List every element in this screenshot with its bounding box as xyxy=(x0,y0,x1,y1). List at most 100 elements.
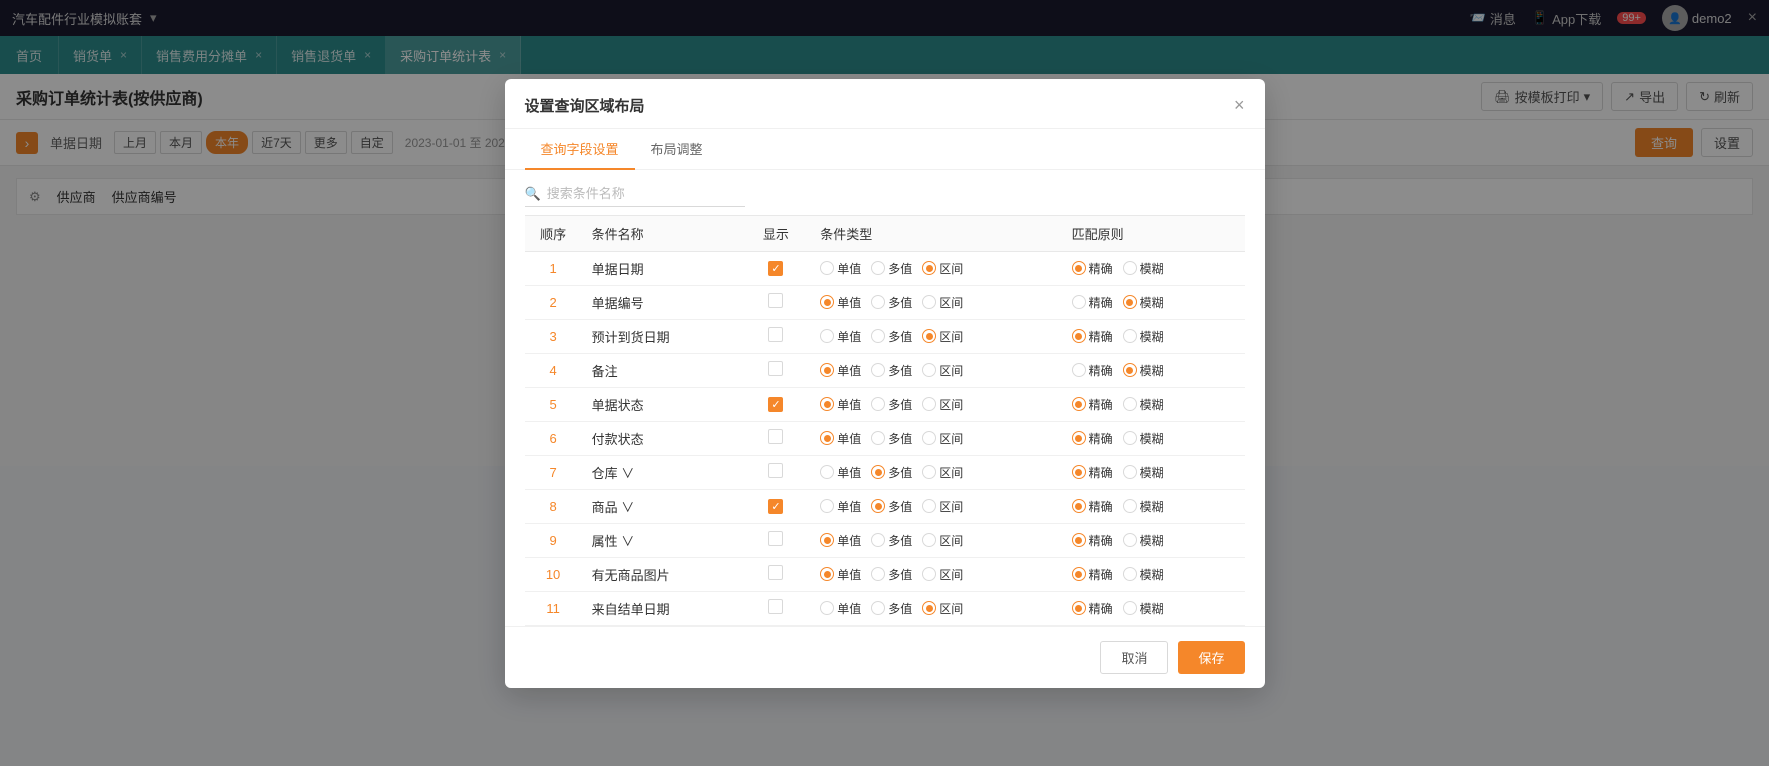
search-input-wrapper: 🔍 xyxy=(525,182,745,207)
type-radio-item[interactable]: 多值 xyxy=(871,362,912,379)
tab-layout-adjust[interactable]: 布局调整 xyxy=(635,129,719,170)
row-display-checkbox[interactable] xyxy=(742,251,811,285)
checkbox[interactable] xyxy=(768,599,783,614)
type-radio-item[interactable]: 多值 xyxy=(871,566,912,583)
match-radio-item[interactable]: 精确 xyxy=(1072,396,1113,413)
type-radio-item[interactable]: 区间 xyxy=(922,362,963,379)
type-radio-item[interactable]: 单值 xyxy=(820,430,861,447)
match-radio-circle xyxy=(1123,397,1137,411)
match-radio-circle xyxy=(1123,567,1137,581)
radio-label: 区间 xyxy=(939,498,963,515)
type-radio-item[interactable]: 区间 xyxy=(922,532,963,549)
type-radio-item[interactable]: 区间 xyxy=(922,328,963,345)
row-display-checkbox[interactable] xyxy=(742,421,811,455)
table-row: 6付款状态单值多值区间精确模糊 xyxy=(525,421,1245,455)
match-radio-circle xyxy=(1072,397,1086,411)
row-display-checkbox[interactable] xyxy=(742,285,811,319)
row-display-checkbox[interactable] xyxy=(742,591,811,625)
checkbox[interactable] xyxy=(768,293,783,308)
checkbox[interactable] xyxy=(768,361,783,376)
type-radio-item[interactable]: 区间 xyxy=(922,260,963,277)
type-radio-item[interactable]: 多值 xyxy=(871,464,912,481)
type-radio-item[interactable]: 多值 xyxy=(871,430,912,447)
checkbox[interactable] xyxy=(768,531,783,546)
table-row: 4备注单值多值区间精确模糊 xyxy=(525,353,1245,387)
cancel-btn[interactable]: 取消 xyxy=(1100,641,1168,674)
type-radio-item[interactable]: 多值 xyxy=(871,294,912,311)
radio-label: 区间 xyxy=(939,532,963,549)
match-radio-circle xyxy=(1072,329,1086,343)
type-radio-item[interactable]: 区间 xyxy=(922,464,963,481)
row-display-checkbox[interactable] xyxy=(742,557,811,591)
checkbox[interactable] xyxy=(768,261,783,276)
type-radio-item[interactable]: 多值 xyxy=(871,498,912,515)
radio-label: 多值 xyxy=(888,430,912,447)
match-radio-item[interactable]: 精确 xyxy=(1072,600,1113,617)
type-radio-item[interactable]: 区间 xyxy=(922,294,963,311)
match-radio-item[interactable]: 模糊 xyxy=(1123,396,1164,413)
match-radio-item[interactable]: 模糊 xyxy=(1123,532,1164,549)
match-radio-item[interactable]: 模糊 xyxy=(1123,600,1164,617)
match-radio-item[interactable]: 精确 xyxy=(1072,294,1113,311)
match-radio-label: 精确 xyxy=(1089,566,1113,583)
row-display-checkbox[interactable] xyxy=(742,489,811,523)
type-radio-item[interactable]: 单值 xyxy=(820,260,861,277)
radio-circle xyxy=(820,363,834,377)
match-radio-item[interactable]: 精确 xyxy=(1072,430,1113,447)
match-radio-item[interactable]: 精确 xyxy=(1072,566,1113,583)
row-display-checkbox[interactable] xyxy=(742,353,811,387)
checkbox[interactable] xyxy=(768,397,783,412)
dialog-close-btn[interactable]: × xyxy=(1234,96,1245,114)
match-radio-item[interactable]: 模糊 xyxy=(1123,566,1164,583)
type-radio-item[interactable]: 多值 xyxy=(871,328,912,345)
match-radio-item[interactable]: 模糊 xyxy=(1123,430,1164,447)
match-radio-item[interactable]: 精确 xyxy=(1072,328,1113,345)
type-radio-item[interactable]: 区间 xyxy=(922,430,963,447)
match-radio-item[interactable]: 精确 xyxy=(1072,532,1113,549)
checkbox[interactable] xyxy=(768,429,783,444)
type-radio-item[interactable]: 区间 xyxy=(922,600,963,617)
match-radio-item[interactable]: 精确 xyxy=(1072,260,1113,277)
type-radio-item[interactable]: 单值 xyxy=(820,600,861,617)
match-radio-item[interactable]: 模糊 xyxy=(1123,260,1164,277)
type-radio-item[interactable]: 多值 xyxy=(871,260,912,277)
type-radio-item[interactable]: 单值 xyxy=(820,532,861,549)
row-display-checkbox[interactable] xyxy=(742,319,811,353)
type-radio-item[interactable]: 单值 xyxy=(820,396,861,413)
match-radio-item[interactable]: 精确 xyxy=(1072,498,1113,515)
dialog-tabs: 查询字段设置 布局调整 xyxy=(505,129,1265,170)
checkbox[interactable] xyxy=(768,499,783,514)
row-type-options: 单值多值区间 xyxy=(810,251,1061,285)
match-radio-item[interactable]: 模糊 xyxy=(1123,498,1164,515)
type-radio-item[interactable]: 单值 xyxy=(820,566,861,583)
type-radio-item[interactable]: 单值 xyxy=(820,328,861,345)
row-display-checkbox[interactable] xyxy=(742,387,811,421)
checkbox[interactable] xyxy=(768,463,783,478)
checkbox[interactable] xyxy=(768,565,783,580)
type-radio-item[interactable]: 单值 xyxy=(820,498,861,515)
type-radio-item[interactable]: 区间 xyxy=(922,498,963,515)
radio-label: 区间 xyxy=(939,566,963,583)
type-radio-item[interactable]: 单值 xyxy=(820,464,861,481)
row-display-checkbox[interactable] xyxy=(742,455,811,489)
row-display-checkbox[interactable] xyxy=(742,523,811,557)
type-radio-item[interactable]: 单值 xyxy=(820,362,861,379)
type-radio-item[interactable]: 多值 xyxy=(871,600,912,617)
row-match-options: 精确模糊 xyxy=(1062,591,1245,625)
search-input[interactable] xyxy=(547,186,727,201)
tab-field-settings[interactable]: 查询字段设置 xyxy=(525,129,635,170)
type-radio-item[interactable]: 单值 xyxy=(820,294,861,311)
type-radio-item[interactable]: 区间 xyxy=(922,396,963,413)
row-type-options: 单值 多值区间 xyxy=(810,421,1061,455)
match-radio-item[interactable]: 模糊 xyxy=(1123,464,1164,481)
checkbox[interactable] xyxy=(768,327,783,342)
type-radio-item[interactable]: 区间 xyxy=(922,566,963,583)
match-radio-item[interactable]: 模糊 xyxy=(1123,294,1164,311)
match-radio-item[interactable]: 模糊 xyxy=(1123,362,1164,379)
match-radio-item[interactable]: 模糊 xyxy=(1123,328,1164,345)
match-radio-item[interactable]: 精确 xyxy=(1072,464,1113,481)
type-radio-item[interactable]: 多值 xyxy=(871,396,912,413)
save-btn[interactable]: 保存 xyxy=(1178,641,1244,674)
match-radio-item[interactable]: 精确 xyxy=(1072,362,1113,379)
type-radio-item[interactable]: 多值 xyxy=(871,532,912,549)
